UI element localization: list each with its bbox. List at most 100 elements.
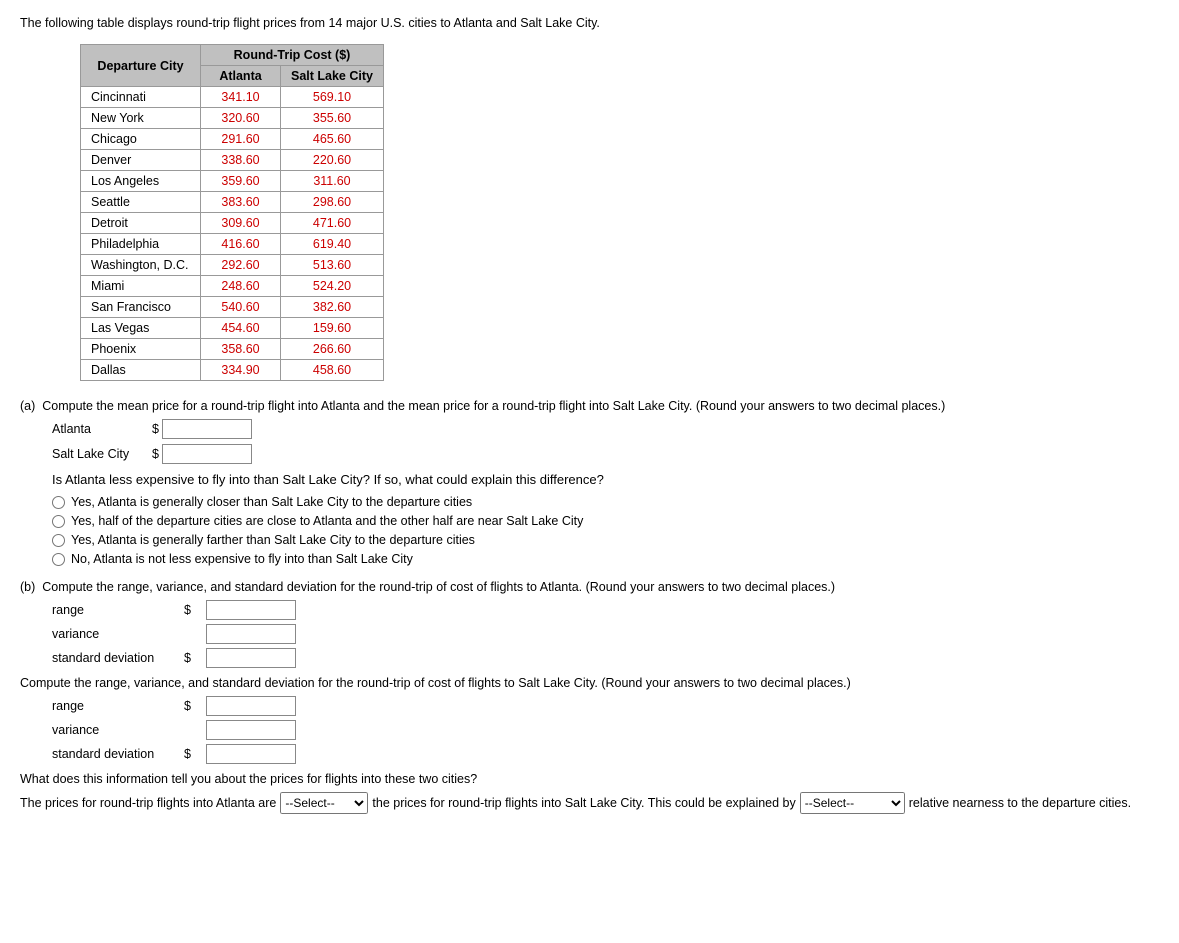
- atlanta-price-cell: 341.10: [201, 87, 281, 108]
- city-cell: New York: [81, 108, 201, 129]
- atlanta-price-cell: 416.60: [201, 234, 281, 255]
- slc-header: Salt Lake City: [281, 66, 384, 87]
- atlanta-price-cell: 320.60: [201, 108, 281, 129]
- slc-price-cell: 311.60: [281, 171, 384, 192]
- atlanta-price-cell: 454.60: [201, 318, 281, 339]
- slc-mean-row: Salt Lake City $: [52, 444, 1159, 464]
- city-cell: Cincinnati: [81, 87, 201, 108]
- city-cell: Las Vegas: [81, 318, 201, 339]
- slc-price-cell: 569.10: [281, 87, 384, 108]
- follow-question: Is Atlanta less expensive to fly into th…: [52, 472, 1159, 487]
- range-input-slc[interactable]: [206, 696, 296, 716]
- round-trip-cost-header: Round-Trip Cost ($): [201, 45, 384, 66]
- variance-input-slc[interactable]: [206, 720, 296, 740]
- atlanta-mean-input[interactable]: [162, 419, 252, 439]
- select-explanation[interactable]: --Select--Atlanta'sSalt Lake City's: [800, 792, 905, 814]
- last-line-middle: the prices for round-trip flights into S…: [372, 796, 795, 810]
- variance-label-atl: variance: [52, 627, 182, 641]
- atlanta-header: Atlanta: [201, 66, 281, 87]
- city-cell: Seattle: [81, 192, 201, 213]
- std-input-atl[interactable]: [206, 648, 296, 668]
- table-row: Washington, D.C. 292.60 513.60: [81, 255, 384, 276]
- slc-price-cell: 220.60: [281, 150, 384, 171]
- std-input-slc[interactable]: [206, 744, 296, 764]
- slc-price-cell: 266.60: [281, 339, 384, 360]
- data-table-wrapper: Departure City Round-Trip Cost ($) Atlan…: [80, 44, 1159, 381]
- radio-item: Yes, Atlanta is generally closer than Sa…: [52, 495, 1159, 509]
- table-row: Cincinnati 341.10 569.10: [81, 87, 384, 108]
- table-row: Las Vegas 454.60 159.60: [81, 318, 384, 339]
- radio-label-1: Yes, half of the departure cities are cl…: [71, 514, 583, 528]
- std-dollar-slc: $: [184, 747, 204, 761]
- atlanta-mean-row: Atlanta $: [52, 419, 1159, 439]
- slc-price-cell: 298.60: [281, 192, 384, 213]
- slc-price-cell: 471.60: [281, 213, 384, 234]
- city-cell: San Francisco: [81, 297, 201, 318]
- table-row: Denver 338.60 220.60: [81, 150, 384, 171]
- radio-item: Yes, Atlanta is generally farther than S…: [52, 533, 1159, 547]
- city-cell: Denver: [81, 150, 201, 171]
- table-row: Miami 248.60 524.20: [81, 276, 384, 297]
- part-b-slc-stats: range $ variance standard deviation $: [52, 696, 1159, 764]
- atlanta-price-cell: 248.60: [201, 276, 281, 297]
- slc-price-cell: 458.60: [281, 360, 384, 381]
- std-label-atl: standard deviation: [52, 651, 182, 665]
- last-line-suffix: relative nearness to the departure citie…: [909, 796, 1131, 810]
- city-cell: Los Angeles: [81, 171, 201, 192]
- range-label-atl: range: [52, 603, 182, 617]
- part-a-letter: (a): [20, 399, 35, 413]
- radio-group-a: Yes, Atlanta is generally closer than Sa…: [52, 495, 1159, 566]
- table-row: Dallas 334.90 458.60: [81, 360, 384, 381]
- radio-label-2: Yes, Atlanta is generally farther than S…: [71, 533, 475, 547]
- atlanta-price-cell: 383.60: [201, 192, 281, 213]
- radio-option-3[interactable]: [52, 553, 65, 566]
- radio-option-1[interactable]: [52, 515, 65, 528]
- atlanta-price-cell: 309.60: [201, 213, 281, 234]
- part-b-atlanta-stats: range $ variance standard deviation $: [52, 600, 1159, 668]
- table-row: Los Angeles 359.60 311.60: [81, 171, 384, 192]
- flight-prices-table: Departure City Round-Trip Cost ($) Atlan…: [80, 44, 384, 381]
- city-cell: Detroit: [81, 213, 201, 234]
- part-b-label: (b) Compute the range, variance, and sta…: [20, 580, 1159, 594]
- atlanta-dollar-sign: $: [152, 422, 159, 436]
- last-line-prefix: The prices for round-trip flights into A…: [20, 796, 276, 810]
- atlanta-mean-label: Atlanta: [52, 422, 152, 436]
- slc-price-cell: 619.40: [281, 234, 384, 255]
- radio-item: No, Atlanta is not less expensive to fly…: [52, 552, 1159, 566]
- atlanta-price-cell: 359.60: [201, 171, 281, 192]
- radio-option-2[interactable]: [52, 534, 65, 547]
- part-b-section: (b) Compute the range, variance, and sta…: [20, 580, 1159, 814]
- slc-price-cell: 159.60: [281, 318, 384, 339]
- table-row: Detroit 309.60 471.60: [81, 213, 384, 234]
- intro-text: The following table displays round-trip …: [20, 16, 1159, 30]
- city-cell: Chicago: [81, 129, 201, 150]
- slc-mean-label: Salt Lake City: [52, 447, 152, 461]
- part-a-label: (a) Compute the mean price for a round-t…: [20, 399, 1159, 413]
- radio-option-0[interactable]: [52, 496, 65, 509]
- radio-label-0: Yes, Atlanta is generally closer than Sa…: [71, 495, 472, 509]
- radio-label-3: No, Atlanta is not less expensive to fly…: [71, 552, 413, 566]
- slc-mean-input[interactable]: [162, 444, 252, 464]
- part-b-question2: Compute the range, variance, and standar…: [20, 676, 1159, 690]
- radio-item: Yes, half of the departure cities are cl…: [52, 514, 1159, 528]
- variance-label-slc: variance: [52, 723, 182, 737]
- range-label-slc: range: [52, 699, 182, 713]
- part-a-section: (a) Compute the mean price for a round-t…: [20, 399, 1159, 566]
- range-dollar-atl: $: [184, 603, 204, 617]
- table-row: Philadelphia 416.60 619.40: [81, 234, 384, 255]
- range-input-atl[interactable]: [206, 600, 296, 620]
- atlanta-price-cell: 338.60: [201, 150, 281, 171]
- atlanta-price-cell: 292.60: [201, 255, 281, 276]
- atlanta-price-cell: 540.60: [201, 297, 281, 318]
- part-a-question: Compute the mean price for a round-trip …: [42, 399, 945, 413]
- last-line: The prices for round-trip flights into A…: [20, 792, 1159, 814]
- atlanta-price-cell: 334.90: [201, 360, 281, 381]
- last-question: What does this information tell you abou…: [20, 772, 1159, 786]
- atlanta-price-cell: 291.60: [201, 129, 281, 150]
- departure-city-header: Departure City: [81, 45, 201, 87]
- slc-price-cell: 524.20: [281, 276, 384, 297]
- variance-input-atl[interactable]: [206, 624, 296, 644]
- slc-price-cell: 382.60: [281, 297, 384, 318]
- select-comparison[interactable]: --Select--lower thanhigher thanthe same …: [280, 792, 368, 814]
- std-label-slc: standard deviation: [52, 747, 182, 761]
